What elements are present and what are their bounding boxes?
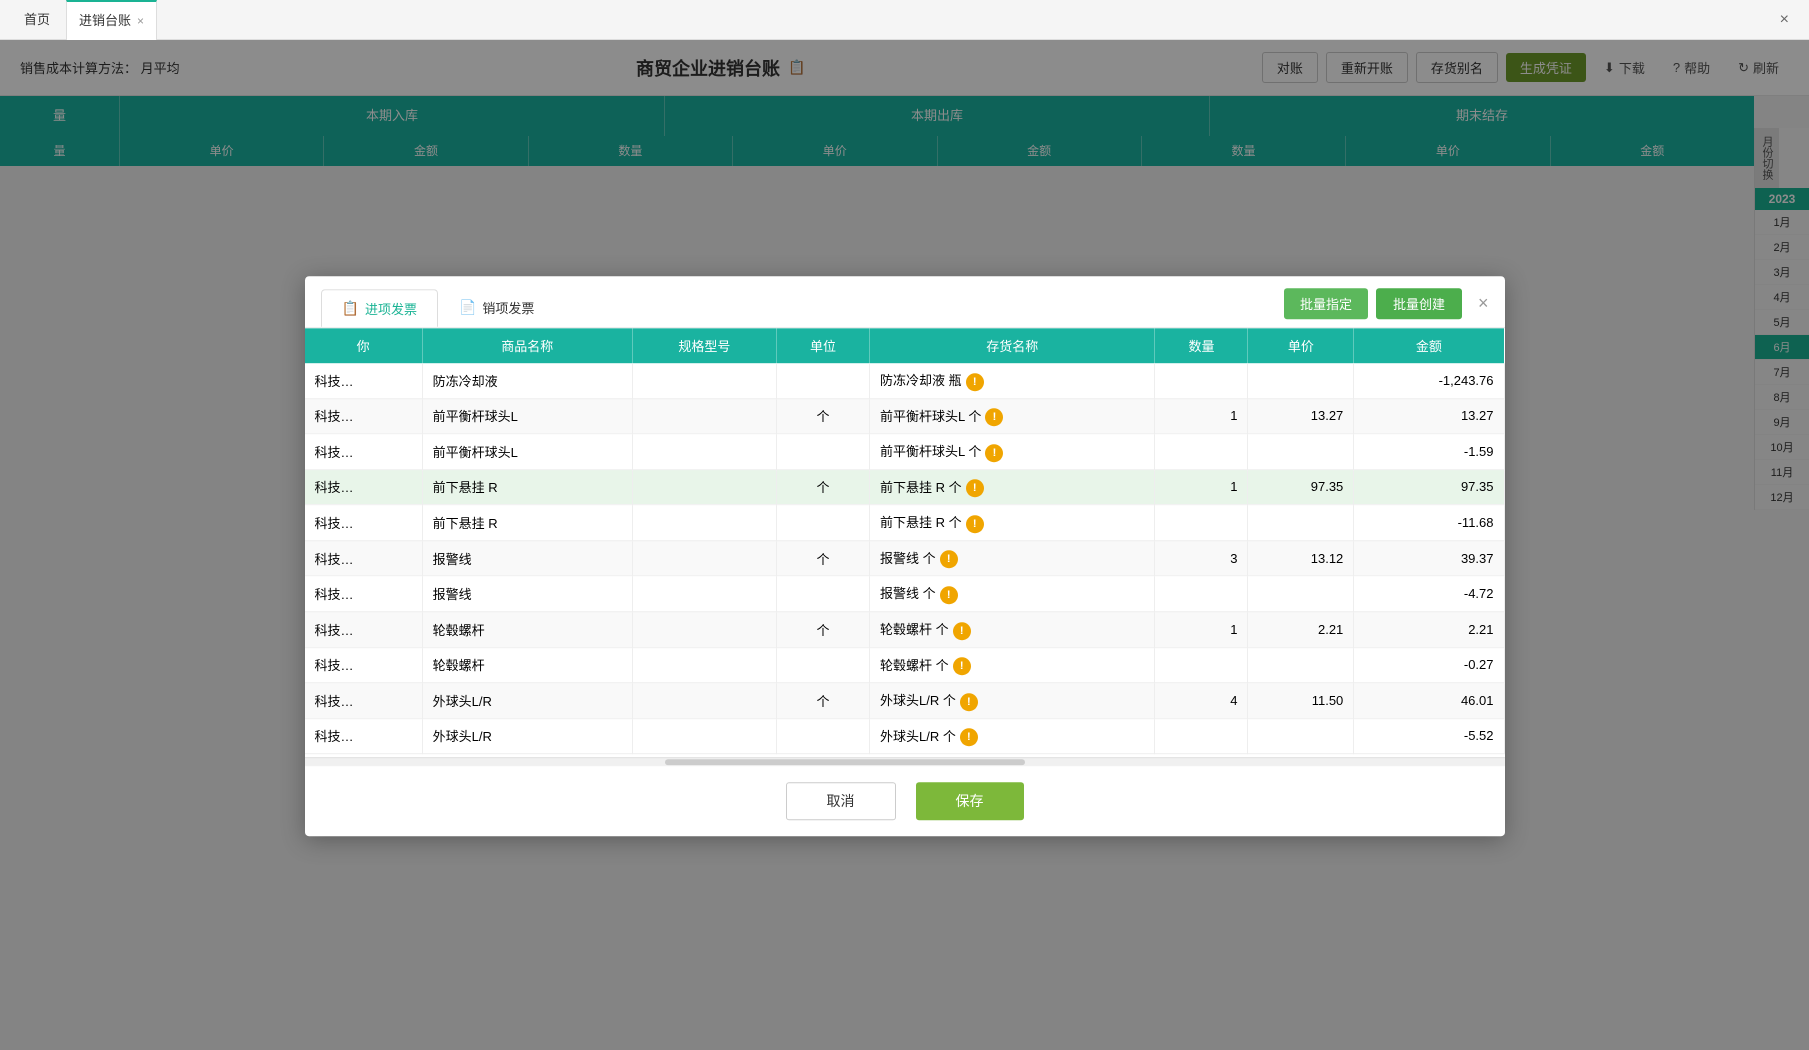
dialog-body: 你 商品名称 规格型号 单位 存货名称 数量 单价 金额 科技…防冻冷却液防冻冷… [305,328,1505,765]
warning-icon: ! [940,586,958,604]
main-content: 销售成本计算方法： 月平均 商贸企业进销台账 📋 对账 重新开账 存货别名 生成… [0,40,1809,1050]
table-row[interactable]: 科技…外球头L/R个外球头L/R 个!411.5046.01 [305,683,1505,719]
col-spec: 规格型号 [632,328,776,363]
dialog-header: 📋 进项发票 📄 销项发票 批量指定 批量创建 × [305,276,1505,328]
warning-icon: ! [960,728,978,746]
warning-icon: ! [966,515,984,533]
inbound-invoice-icon: 📋 [342,300,359,317]
dialog: 📋 进项发票 📄 销项发票 批量指定 批量创建 × 你 [305,276,1505,836]
cancel-button[interactable]: 取消 [786,782,896,820]
dialog-header-actions: 批量指定 批量创建 [1284,288,1462,327]
inventory-name: 外球头L/R 个 [880,693,956,708]
col-product: 商品名称 [422,328,632,363]
warning-icon: ! [953,622,971,640]
col-price: 单价 [1248,328,1354,363]
app-close-button[interactable]: × [1768,11,1801,29]
inventory-name: 防冻冷却液 瓶 [880,373,962,388]
warning-icon: ! [960,693,978,711]
tab-outbound-invoice[interactable]: 📄 销项发票 [438,289,555,326]
table-row[interactable]: 科技…防冻冷却液防冻冷却液 瓶!-1,243.76 [305,363,1505,398]
dialog-close-button[interactable]: × [1478,293,1489,322]
dialog-footer: 取消 保存 [305,765,1505,836]
table-row[interactable]: 科技…轮毂螺杆个轮毂螺杆 个!12.212.21 [305,612,1505,648]
inventory-name: 轮毂螺杆 个 [880,622,949,637]
warning-icon: ! [985,444,1003,462]
inventory-name: 轮毂螺杆 个 [880,658,949,673]
data-table: 你 商品名称 规格型号 单位 存货名称 数量 单价 金额 科技…防冻冷却液防冻冷… [305,328,1505,754]
inventory-name: 前平衡杆球头L 个 [880,409,981,424]
warning-icon: ! [985,408,1003,426]
tab-bar: 首页 进销台账 × × [0,0,1809,40]
outbound-invoice-icon: 📄 [459,299,476,316]
inventory-name: 报警线 个 [880,551,936,566]
inventory-name: 外球头L/R 个 [880,729,956,744]
scrollbar-thumb[interactable] [665,759,1025,765]
col-amount: 金额 [1354,328,1504,363]
inbound-invoice-label: 进项发票 [365,299,417,318]
table-row[interactable]: 科技…报警线报警线 个!-4.72 [305,576,1505,612]
save-button[interactable]: 保存 [916,782,1024,820]
tab-ledger-label: 进销台账 [79,1,131,41]
col-inventory: 存货名称 [870,328,1155,363]
batch-create-button[interactable]: 批量创建 [1376,288,1462,319]
outbound-invoice-label: 销项发票 [482,298,534,317]
inventory-name: 前下悬挂 R 个 [880,515,962,530]
inventory-name: 报警线 个 [880,587,936,602]
table-row[interactable]: 科技…轮毂螺杆轮毂螺杆 个!-0.27 [305,647,1505,683]
table-scroll[interactable]: 你 商品名称 规格型号 单位 存货名称 数量 单价 金额 科技…防冻冷却液防冻冷… [305,328,1505,757]
horizontal-scrollbar[interactable] [305,757,1505,765]
tab-home[interactable]: 首页 [8,0,66,40]
table-row[interactable]: 科技…外球头L/R外球头L/R 个!-5.52 [305,718,1505,754]
dialog-tabs: 📋 进项发票 📄 销项发票 [321,289,556,326]
table-row[interactable]: 科技…前平衡杆球头L前平衡杆球头L 个!-1.59 [305,434,1505,470]
col-unit: 单位 [777,328,870,363]
col-quantity: 数量 [1155,328,1248,363]
warning-icon: ! [953,657,971,675]
tab-inbound-invoice[interactable]: 📋 进项发票 [321,289,438,327]
inventory-name: 前平衡杆球头L 个 [880,444,981,459]
warning-icon: ! [966,479,984,497]
table-row[interactable]: 科技…前平衡杆球头L个前平衡杆球头L 个!113.2713.27 [305,398,1505,434]
inventory-name: 前下悬挂 R 个 [880,480,962,495]
table-row[interactable]: 科技…前下悬挂 R前下悬挂 R 个!-11.68 [305,505,1505,541]
col-company: 你 [305,328,423,363]
warning-icon: ! [966,373,984,391]
batch-assign-button[interactable]: 批量指定 [1284,288,1368,319]
warning-icon: ! [940,551,958,569]
tab-close-icon[interactable]: × [137,1,144,41]
table-row[interactable]: 科技…前下悬挂 R个前下悬挂 R 个!197.3597.35 [305,469,1505,505]
tab-ledger[interactable]: 进销台账 × [66,0,157,40]
table-row[interactable]: 科技…报警线个报警线 个!313.1239.37 [305,541,1505,577]
